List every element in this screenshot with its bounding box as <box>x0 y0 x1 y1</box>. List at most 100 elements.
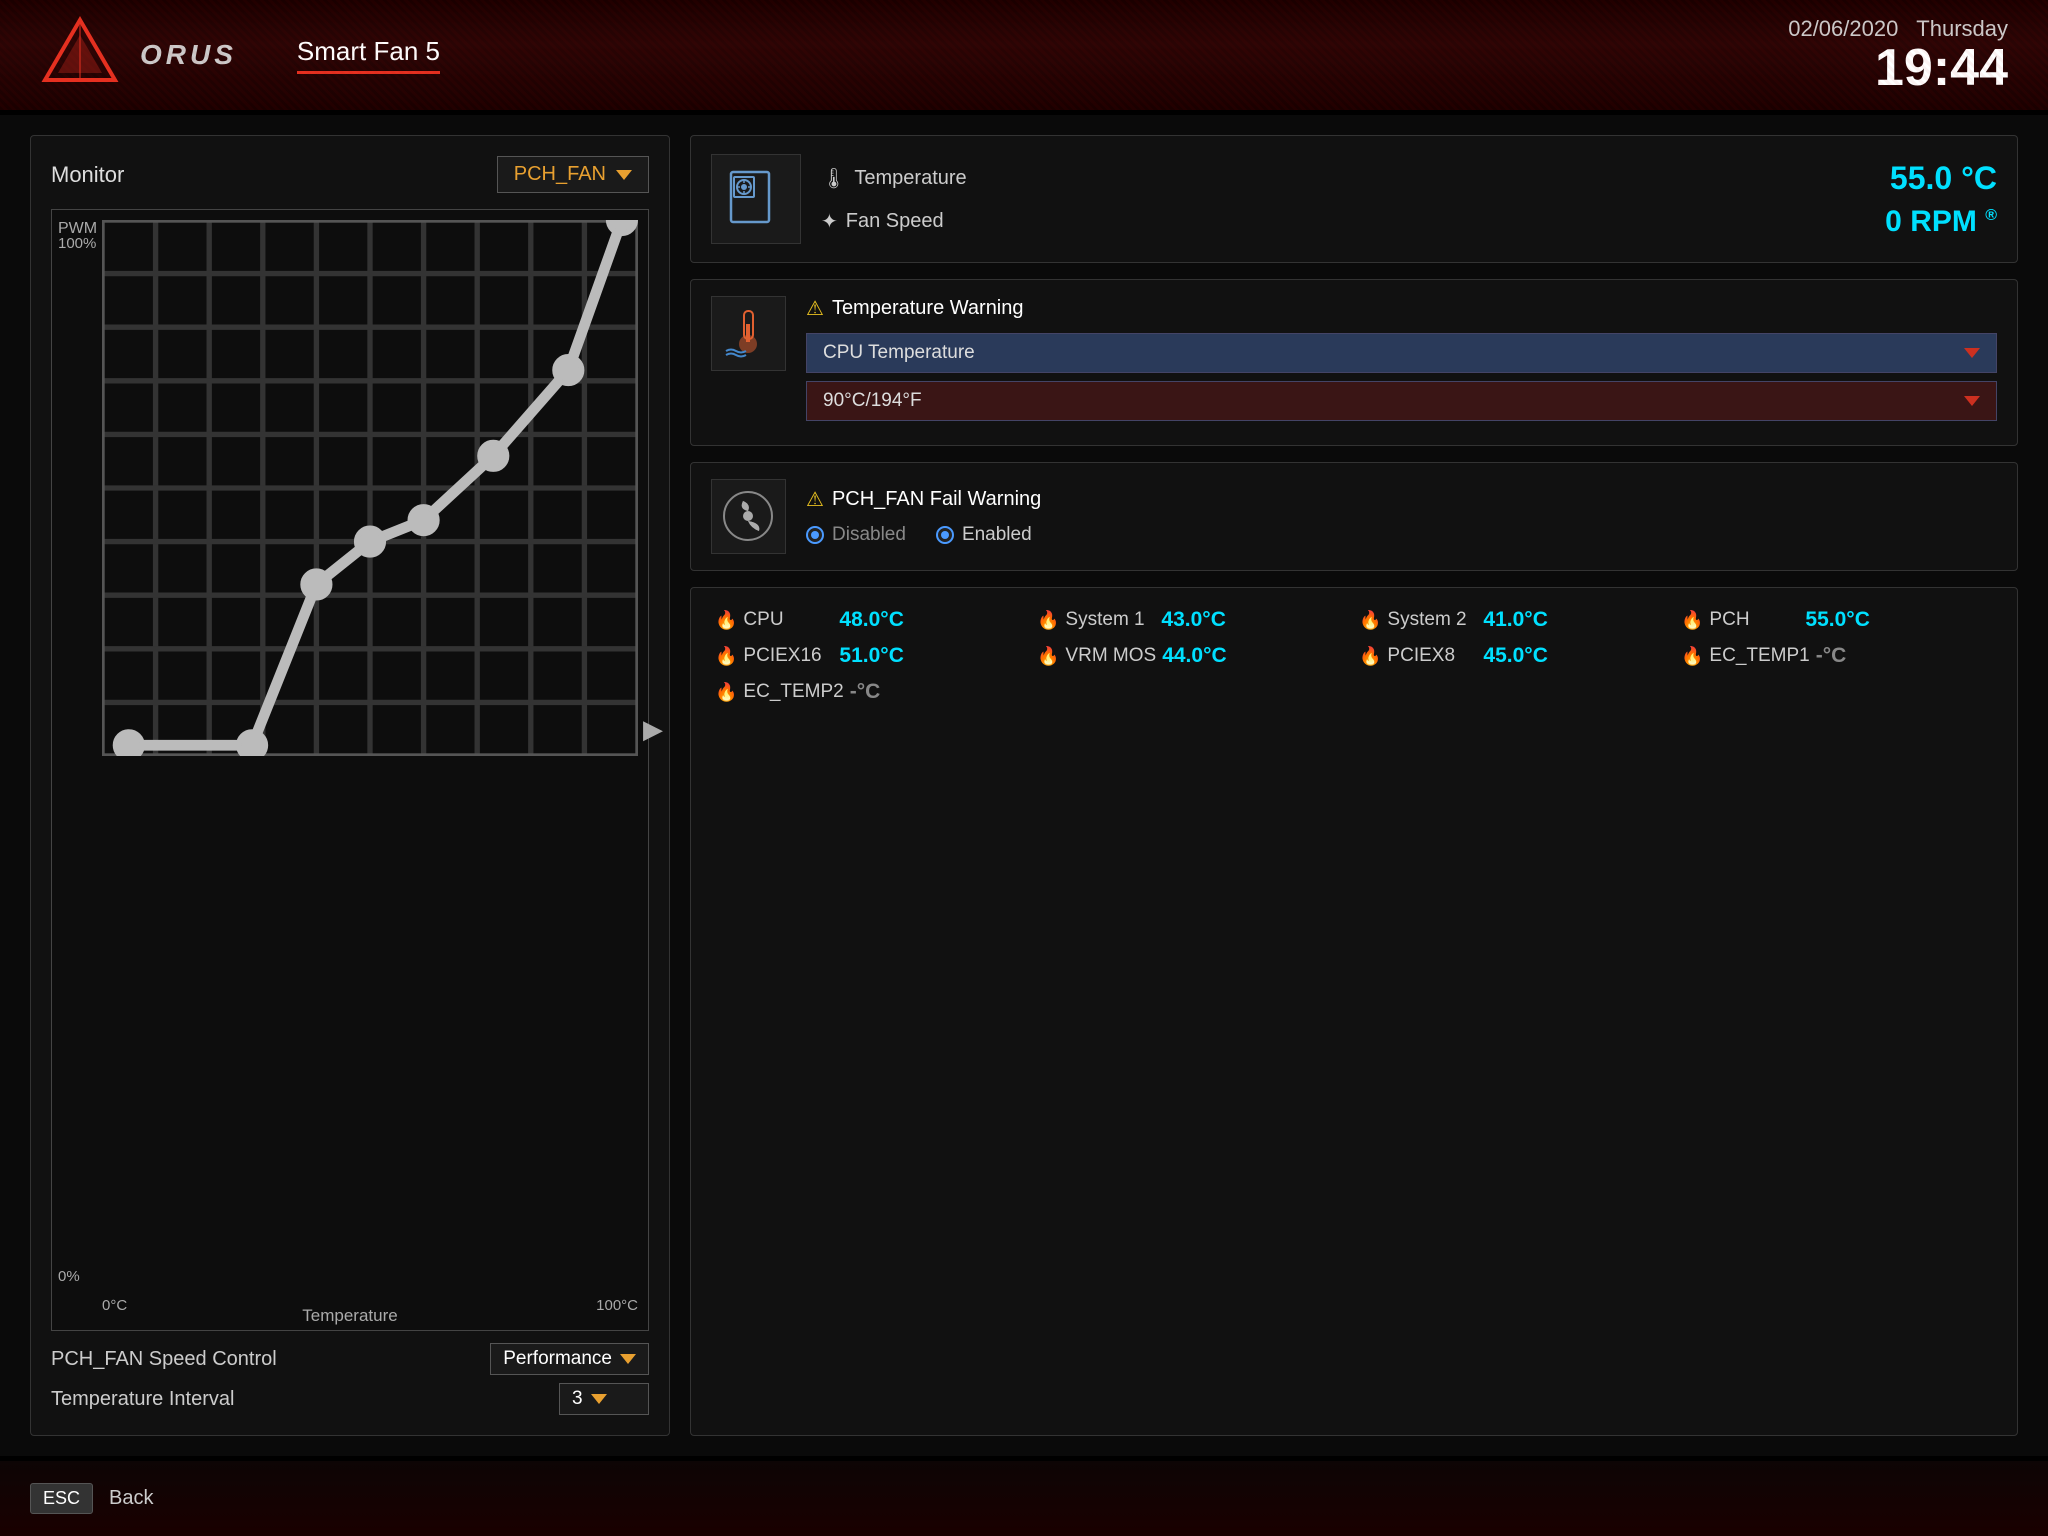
chart-y-min: 0% <box>58 1268 80 1285</box>
temp-threshold-arrow-icon <box>1964 396 1980 406</box>
list-item: 🔥 PCH 55.0°C <box>1681 608 1993 632</box>
chart-y-max: 100% <box>58 235 96 252</box>
enabled-radio-dot <box>941 531 949 539</box>
list-item: 🔥 VRM MOS 44.0°C <box>1037 644 1349 668</box>
warning-thermometer-icon-box <box>711 296 786 371</box>
fail-warning-icon: ⚠ <box>806 487 824 512</box>
list-item: 🔥 CPU 48.0°C <box>715 608 1027 632</box>
enabled-radio-circle <box>936 526 954 544</box>
temp-threshold-dropdown[interactable]: 90°C/194°F <box>806 381 1997 421</box>
disabled-label: Disabled <box>832 524 906 546</box>
enabled-label: Enabled <box>962 524 1032 546</box>
chart-x-min: 0°C <box>102 1297 127 1314</box>
vrmmos-label: VRM MOS <box>1065 645 1156 667</box>
temp-fan-row: 🌡 Temperature 55.0 °C ✦ Fan Speed 0 RPM … <box>711 154 1997 244</box>
flame-icon-sys2: 🔥 <box>1359 610 1381 631</box>
left-panel: Monitor PCH_FAN PWM 100% 0% 0°C 100°C Te… <box>30 135 670 1436</box>
temp-grid-card: 🔥 CPU 48.0°C 🔥 System 1 43.0°C 🔥 System … <box>690 587 2018 1436</box>
sys2-value: 41.0°C <box>1483 608 1547 632</box>
flame-icon-ectemp1: 🔥 <box>1681 646 1703 667</box>
enabled-radio[interactable]: Enabled <box>936 524 1032 546</box>
list-item: 🔥 PCIEX16 51.0°C <box>715 644 1027 668</box>
vrmmos-value: 44.0°C <box>1162 644 1226 668</box>
warning-triangle-icon: ⚠ <box>806 296 824 321</box>
sys2-label: System 2 <box>1387 609 1477 631</box>
radio-row: Disabled Enabled <box>806 524 1997 546</box>
main-content: Monitor PCH_FAN PWM 100% 0% 0°C 100°C Te… <box>0 115 2048 1456</box>
warning-content: ⚠ Temperature Warning CPU Temperature 90… <box>806 296 1997 429</box>
ectemp1-value: -°C <box>1816 644 1847 668</box>
performance-dropdown[interactable]: Performance <box>490 1343 649 1375</box>
flame-icon-ectemp2: 🔥 <box>715 682 737 703</box>
pciex8-label: PCIEX8 <box>1387 645 1477 667</box>
disabled-radio[interactable]: Disabled <box>806 524 906 546</box>
temp-grid: 🔥 CPU 48.0°C 🔥 System 1 43.0°C 🔥 System … <box>715 608 1993 704</box>
pch-fan-dropdown[interactable]: PCH_FAN <box>497 156 649 193</box>
fail-fan-icon-box <box>711 479 786 554</box>
temp-fan-values: 🌡 Temperature 55.0 °C ✦ Fan Speed 0 RPM … <box>821 160 1997 239</box>
top-bar: ORUS Smart Fan 5 02/06/2020 Thursday 19:… <box>0 0 2048 110</box>
pch-label: PCH <box>1709 609 1799 631</box>
temp-source-dropdown[interactable]: CPU Temperature <box>806 333 1997 373</box>
bottom-bar: ESC Back <box>0 1461 2048 1536</box>
fan-speed-value: 0 RPM ® <box>1885 205 1997 239</box>
flame-icon-cpu: 🔥 <box>715 610 737 631</box>
chart-container: PWM 100% 0% 0°C 100°C Temperature <box>51 209 649 1331</box>
ectemp2-value: -°C <box>850 680 881 704</box>
list-item: 🔥 EC_TEMP1 -°C <box>1681 644 1993 668</box>
list-item: 🔥 PCIEX8 45.0°C <box>1359 644 1671 668</box>
right-panel: 🌡 Temperature 55.0 °C ✦ Fan Speed 0 RPM … <box>690 135 2018 1436</box>
disabled-radio-dot <box>811 531 819 539</box>
controls-area: PCH_FAN Speed Control Performance Temper… <box>51 1343 649 1415</box>
fan-icon-box <box>711 154 801 244</box>
flame-icon-pciex8: 🔥 <box>1359 646 1381 667</box>
pch-value: 55.0°C <box>1805 608 1869 632</box>
time-display: 19:44 <box>1788 42 2008 94</box>
list-item: 🔥 System 2 41.0°C <box>1359 608 1671 632</box>
thermometer-icon <box>721 306 776 361</box>
chart-x-max: 100°C <box>596 1297 638 1314</box>
speed-control-label: PCH_FAN Speed Control <box>51 1348 277 1371</box>
monitor-label: Monitor <box>51 162 124 188</box>
tab-title: Smart Fan 5 <box>297 36 440 74</box>
temperature-row: 🌡 Temperature 55.0 °C <box>821 160 1997 197</box>
interval-dropdown[interactable]: 3 <box>559 1383 649 1415</box>
disabled-radio-circle <box>806 526 824 544</box>
interval-label: Temperature Interval <box>51 1388 234 1411</box>
chart-x-label: Temperature <box>302 1306 397 1326</box>
speed-control-row: PCH_FAN Speed Control Performance <box>51 1343 649 1375</box>
datetime-area: 02/06/2020 Thursday 19:44 <box>1788 16 2008 94</box>
flame-icon-pciex16: 🔥 <box>715 646 737 667</box>
logo-area: ORUS Smart Fan 5 <box>40 15 440 95</box>
flame-icon-sys1: 🔥 <box>1037 610 1059 631</box>
monitor-header: Monitor PCH_FAN <box>51 156 649 193</box>
cpu-value: 48.0°C <box>839 608 903 632</box>
esc-key[interactable]: ESC <box>30 1483 93 1514</box>
fan-speed-label: ✦ Fan Speed <box>821 209 944 234</box>
interval-row: Temperature Interval 3 <box>51 1383 649 1415</box>
fail-content: ⚠ PCH_FAN Fail Warning Disabled E <box>806 487 1997 546</box>
logo-text: ORUS <box>140 39 237 71</box>
interval-dropdown-arrow-icon <box>591 1394 607 1404</box>
temp-source-arrow-icon <box>1964 348 1980 358</box>
dropdown-arrow-icon <box>616 170 632 180</box>
temp-warning-card: ⚠ Temperature Warning CPU Temperature 90… <box>690 279 2018 446</box>
back-label: Back <box>109 1487 153 1510</box>
pciex8-value: 45.0°C <box>1483 644 1547 668</box>
fail-warning-card: ⚠ PCH_FAN Fail Warning Disabled E <box>690 462 2018 571</box>
warning-title: ⚠ Temperature Warning <box>806 296 1997 321</box>
flame-icon-pch: 🔥 <box>1681 610 1703 631</box>
aorus-logo-icon <box>40 15 120 95</box>
pciex16-label: PCIEX16 <box>743 645 833 667</box>
sys1-value: 43.0°C <box>1161 608 1225 632</box>
temp-fan-card: 🌡 Temperature 55.0 °C ✦ Fan Speed 0 RPM … <box>690 135 2018 263</box>
list-item: 🔥 EC_TEMP2 -°C <box>715 680 1027 704</box>
computer-case-icon <box>726 169 786 229</box>
flame-icon-vrmmos: 🔥 <box>1037 646 1059 667</box>
fan-curve-chart[interactable] <box>102 220 638 756</box>
fan-speed-row: ✦ Fan Speed 0 RPM ® <box>821 205 1997 239</box>
fan-icon <box>721 489 776 544</box>
list-item: 🔥 System 1 43.0°C <box>1037 608 1349 632</box>
pciex16-value: 51.0°C <box>839 644 903 668</box>
temperature-value: 55.0 °C <box>1890 160 1997 197</box>
